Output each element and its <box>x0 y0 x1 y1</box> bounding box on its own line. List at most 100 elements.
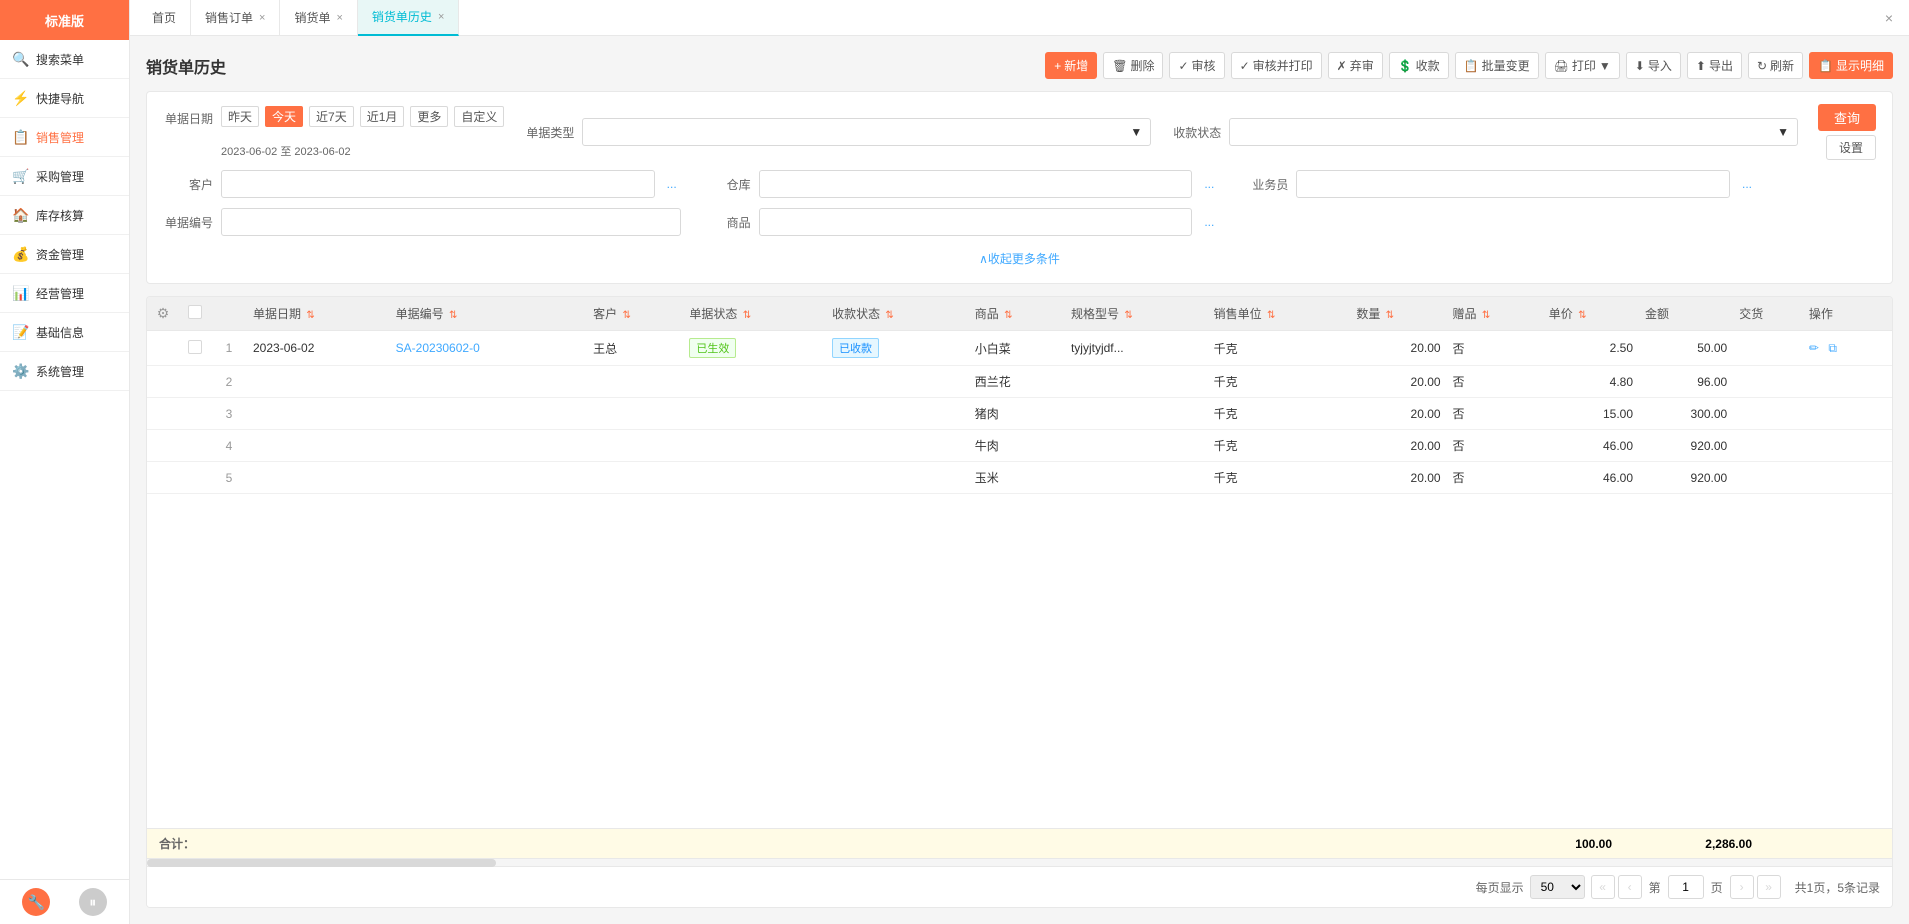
cell-checkbox[interactable] <box>179 430 211 462</box>
date-shortcut-1month[interactable]: 近1月 <box>360 106 405 127</box>
cell-action[interactable] <box>1803 398 1892 430</box>
tab-sales-delivery[interactable]: 销货单 × <box>280 0 357 36</box>
cell-checkbox[interactable] <box>179 398 211 430</box>
cell-checkbox[interactable] <box>179 462 211 494</box>
audit-print-button[interactable]: ✓ 审核并打印 <box>1231 52 1322 79</box>
sidebar-item-inventory[interactable]: 🏠 库存核算 <box>0 196 129 235</box>
col-gift[interactable]: 赠品 ⇅ <box>1447 297 1543 331</box>
audit-button[interactable]: ✓ 审核 <box>1169 52 1224 79</box>
cell-action[interactable] <box>1803 366 1892 398</box>
sidebar-item-purchase-mgmt[interactable]: 🛒 采购管理 <box>0 157 129 196</box>
col-doc-date[interactable]: 单据日期 ⇅ <box>247 297 390 331</box>
payment-status-select[interactable]: ▼ <box>1229 118 1798 146</box>
cell-unit: 千克 <box>1208 331 1351 366</box>
row-edit-link[interactable]: ✏ <box>1809 341 1819 355</box>
next-page-btn[interactable]: › <box>1730 875 1754 899</box>
print-button[interactable]: 🖨 打印 ▼ <box>1545 52 1620 79</box>
cell-doc-status: 已生效 <box>683 331 826 366</box>
abandon-button[interactable]: ✗ 弃审 <box>1328 52 1383 79</box>
sidebar-item-search-menu[interactable]: 🔍 搜索菜单 <box>0 40 129 79</box>
tab-sales-history[interactable]: 销货单历史 × <box>358 0 459 36</box>
tab-home[interactable]: 首页 <box>138 0 191 36</box>
date-shortcut-7days[interactable]: 近7天 <box>309 106 354 127</box>
salesperson-ellipsis[interactable]: ... <box>1738 177 1756 191</box>
query-button[interactable]: 查询 <box>1818 104 1876 131</box>
new-button[interactable]: + 新增 <box>1045 52 1097 79</box>
cell-action[interactable] <box>1803 462 1892 494</box>
customer-ellipsis[interactable]: ... <box>663 177 681 191</box>
cell-doc-num[interactable]: SA-20230602-0 <box>390 331 587 366</box>
tab-sales-order-close[interactable]: × <box>259 12 265 24</box>
audit-label: 审核 <box>1192 57 1216 74</box>
row-copy-link[interactable]: ⧉ <box>1828 341 1837 355</box>
customer-input[interactable] <box>221 170 655 198</box>
col-doc-status[interactable]: 单据状态 ⇅ <box>683 297 826 331</box>
cell-action[interactable]: ✏ ⧉ <box>1803 331 1892 366</box>
col-spec-sort: ⇅ <box>1124 310 1132 321</box>
warehouse-ellipsis[interactable]: ... <box>1200 177 1218 191</box>
col-qty[interactable]: 数量 ⇅ <box>1350 297 1446 331</box>
cell-payment-status <box>826 398 969 430</box>
doc-type-select[interactable]: ▼ <box>582 118 1151 146</box>
page-size-select[interactable]: 50 10 20 100 <box>1530 875 1585 899</box>
col-settings[interactable]: ⚙ <box>147 297 179 331</box>
import-button[interactable]: ⬇ 导入 <box>1626 52 1681 79</box>
col-unit[interactable]: 销售单位 ⇅ <box>1208 297 1351 331</box>
row-checkbox[interactable] <box>188 340 202 354</box>
col-checkbox[interactable] <box>179 297 211 331</box>
sidebar-item-finance[interactable]: 💰 资金管理 <box>0 235 129 274</box>
cell-action[interactable] <box>1803 430 1892 462</box>
cell-doc-num[interactable] <box>390 366 587 398</box>
cell-doc-num[interactable] <box>390 398 587 430</box>
scroll-thumb[interactable] <box>147 859 496 867</box>
goods-input[interactable] <box>759 208 1193 236</box>
cell-doc-num[interactable] <box>390 430 587 462</box>
table-settings-icon[interactable]: ⚙ <box>157 305 170 321</box>
sidebar-pause-btn[interactable]: ⏸ <box>79 888 107 916</box>
tab-sales-delivery-close[interactable]: × <box>336 12 342 24</box>
col-goods[interactable]: 商品 ⇅ <box>969 297 1065 331</box>
horizontal-scrollbar[interactable] <box>147 858 1892 866</box>
tab-sales-history-close[interactable]: × <box>438 11 444 23</box>
window-close-btn[interactable]: × <box>1877 10 1901 26</box>
col-doc-num[interactable]: 单据编号 ⇅ <box>390 297 587 331</box>
col-unit-price[interactable]: 单价 ⇅ <box>1543 297 1639 331</box>
select-all-checkbox[interactable] <box>188 305 202 319</box>
date-shortcut-today[interactable]: 今天 <box>265 106 303 127</box>
show-detail-button[interactable]: 📋 显示明细 <box>1809 52 1893 79</box>
collect-button[interactable]: 💲 收款 <box>1389 52 1449 79</box>
date-shortcut-custom[interactable]: 自定义 <box>454 106 504 127</box>
warehouse-input[interactable] <box>759 170 1193 198</box>
doc-num-input[interactable] <box>221 208 681 236</box>
first-page-btn[interactable]: « <box>1591 875 1615 899</box>
goods-ellipsis[interactable]: ... <box>1200 215 1218 229</box>
refresh-button[interactable]: ↻ 刷新 <box>1748 52 1803 79</box>
filter-settings-button[interactable]: 设置 <box>1826 135 1876 160</box>
date-shortcut-yesterday[interactable]: 昨天 <box>221 106 259 127</box>
page-number-input[interactable] <box>1668 875 1704 899</box>
delete-button[interactable]: 🗑 删除 <box>1103 52 1163 79</box>
prev-page-btn[interactable]: ‹ <box>1618 875 1642 899</box>
batch-change-button[interactable]: 📋 批量变更 <box>1455 52 1539 79</box>
cell-doc-num[interactable] <box>390 462 587 494</box>
collapse-button[interactable]: ∧ 收起更多条件 <box>975 246 1064 271</box>
sidebar-item-quick-nav[interactable]: ⚡ 快捷导航 <box>0 79 129 118</box>
sidebar-settings-btn[interactable]: 🔧 <box>22 888 50 916</box>
sidebar-item-system-mgmt[interactable]: ⚙️ 系统管理 <box>0 352 129 391</box>
sidebar-item-sales-mgmt[interactable]: 📋 销售管理 <box>0 118 129 157</box>
date-shortcut-more[interactable]: 更多 <box>410 106 448 127</box>
cell-checkbox[interactable] <box>179 331 211 366</box>
sidebar-item-basic-info[interactable]: 📝 基础信息 <box>0 313 129 352</box>
col-payment-status[interactable]: 收款状态 ⇅ <box>826 297 969 331</box>
quick-nav-icon: ⚡ <box>12 89 30 107</box>
col-spec[interactable]: 规格型号 ⇅ <box>1065 297 1208 331</box>
last-page-btn[interactable]: » <box>1757 875 1781 899</box>
export-button[interactable]: ⬆ 导出 <box>1687 52 1742 79</box>
doc-num-link[interactable]: SA-20230602-0 <box>396 341 480 355</box>
table-wrapper[interactable]: ⚙ 单据日期 ⇅ 单据编号 <box>147 297 1892 828</box>
sidebar-item-operations[interactable]: 📊 经营管理 <box>0 274 129 313</box>
tab-sales-order[interactable]: 销售订单 × <box>191 0 280 36</box>
salesperson-input[interactable] <box>1296 170 1730 198</box>
cell-checkbox[interactable] <box>179 366 211 398</box>
col-customer[interactable]: 客户 ⇅ <box>587 297 683 331</box>
